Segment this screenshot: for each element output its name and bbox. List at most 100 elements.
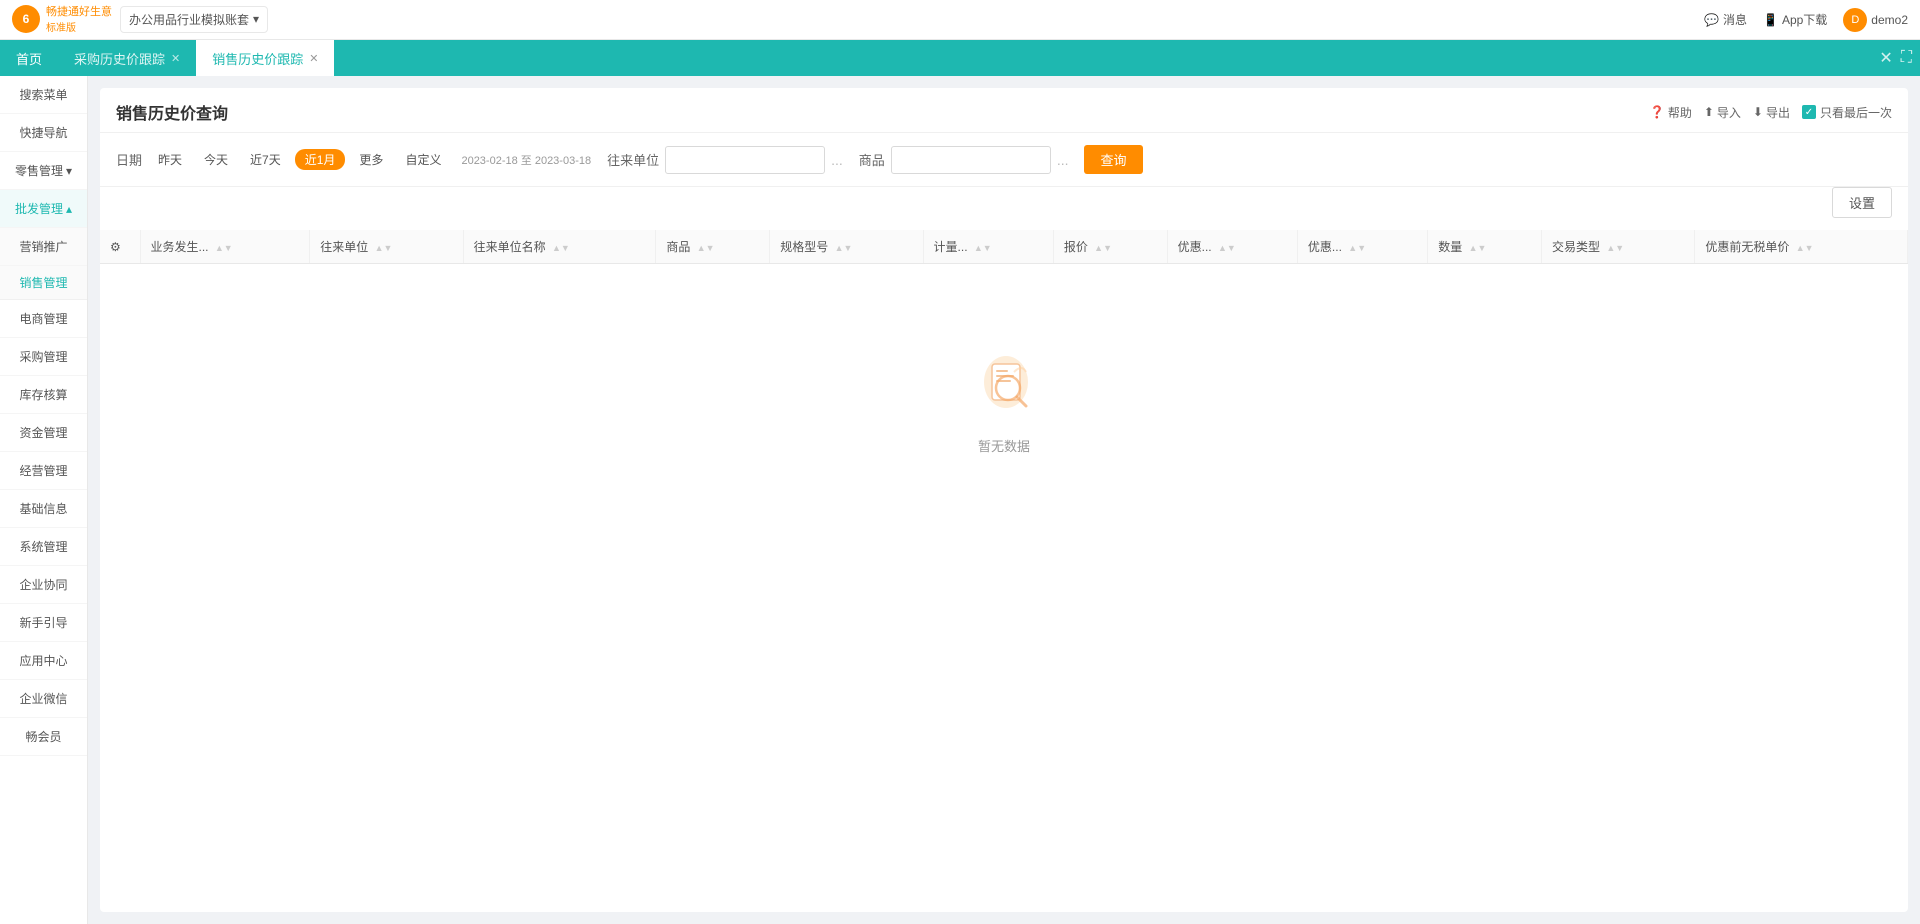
user-menu[interactable]: D demo2 [1843,8,1908,32]
chevron-down-icon: ▾ [253,12,259,26]
date-btn-more[interactable]: 更多 [351,149,391,170]
maximize-icon[interactable]: ⛶ [1901,49,1912,67]
empty-illustration [964,344,1044,424]
close-window-icon[interactable]: ✕ [1879,48,1892,68]
sidebar-sub-marketing[interactable]: 营销推广 [0,228,87,266]
chevron-down-icon-sidebar: ▴ [66,202,72,216]
sidebar-item-enterprise[interactable]: 企业协同 [0,566,87,604]
export-button[interactable]: ⬇ 导出 [1753,104,1790,121]
operations-label: 经营管理 [19,462,67,479]
sidebar-item-ecommerce[interactable]: 电商管理 [0,300,87,338]
header-left: 6 畅捷通好生意 标准版 办公用品行业模拟账套 ▾ [12,5,268,34]
avatar: D [1843,8,1867,32]
date-btn-7days[interactable]: 近7天 [242,149,289,170]
sort-arrows-quoted-price: ▲▼ [1094,243,1112,253]
marketing-label: 营销推广 [19,238,67,255]
page-content: 销售历史价查询 ❓ 帮助 ⬆ 导入 ⬇ 导出 [88,76,1920,924]
tab-purchase-history[interactable]: 采购历史价跟踪 ✕ [58,40,196,76]
page-header-actions: ❓ 帮助 ⬆ 导入 ⬇ 导出 ✓ 只看最后一次 [1650,104,1892,121]
only-last-checkbox[interactable]: ✓ 只看最后一次 [1802,104,1892,121]
sidebar-item-basic-info[interactable]: 基础信息 [0,490,87,528]
date-btn-yesterday[interactable]: 昨天 [150,149,190,170]
sort-arrows-quantity: ▲▼ [1469,243,1487,253]
col-unit[interactable]: 计量... ▲▼ [923,230,1053,264]
col-partner-name[interactable]: 往来单位名称 ▲▼ [463,230,656,264]
message-icon: 💬 [1704,13,1719,27]
table-area: ⚙ 业务发生... ▲▼ 往来单位 ▲▼ [100,230,1908,535]
sidebar-item-inventory[interactable]: 库存核算 [0,376,87,414]
sort-arrows-trade-type: ▲▼ [1606,243,1624,253]
sidebar-item-wholesale-mgmt[interactable]: 批发管理 ▴ [0,190,87,228]
date-btn-today[interactable]: 今天 [196,149,236,170]
member-label: 畅会员 [25,728,61,745]
message-button[interactable]: 💬 消息 [1704,11,1747,28]
goods-dots[interactable]: ... [1057,152,1069,168]
sidebar-item-member[interactable]: 畅会员 [0,718,87,756]
filter-area: 日期 昨天 今天 近7天 近1月 更多 自定义 2023-02-18 至 202… [100,133,1908,187]
sidebar-item-finance[interactable]: 资金管理 [0,414,87,452]
date-btn-custom[interactable]: 自定义 [397,149,449,170]
tab-close-sales[interactable]: ✕ [309,52,318,65]
date-range-text: 2023-02-18 至 2023-03-18 [461,152,591,168]
new-user-label: 新手引导 [19,614,67,631]
sidebar-item-app-center[interactable]: 应用中心 [0,642,87,680]
sidebar-item-system[interactable]: 系统管理 [0,528,87,566]
phone-icon: 📱 [1763,13,1778,27]
sidebar-item-quick-nav[interactable]: 快捷导航 [0,114,87,152]
date-filters: 昨天 今天 近7天 近1月 更多 自定义 [150,149,449,170]
purchase-label: 采购管理 [19,348,67,365]
col-discount2[interactable]: 优惠... ▲▼ [1297,230,1427,264]
inventory-label: 库存核算 [19,386,67,403]
quick-nav-label: 快捷导航 [19,124,67,141]
tab-home[interactable]: 首页 [0,40,58,76]
col-settings[interactable]: ⚙ [100,230,140,264]
sidebar-item-search-menu[interactable]: 搜索菜单 [0,76,87,114]
tab-sales-history[interactable]: 销售历史价跟踪 ✕ [196,40,334,76]
app-center-label: 应用中心 [19,652,67,669]
tab-close-purchase[interactable]: ✕ [171,52,180,65]
col-quantity[interactable]: 数量 ▲▼ [1428,230,1542,264]
date-filter-group: 日期 昨天 今天 近7天 近1月 更多 自定义 2023-02-18 至 202… [116,149,591,170]
import-icon: ⬆ [1704,105,1714,119]
col-biz-date[interactable]: 业务发生... ▲▼ [140,230,310,264]
ecommerce-label: 电商管理 [19,310,67,327]
company-selector[interactable]: 办公用品行业模拟账套 ▾ [120,6,268,33]
import-button[interactable]: ⬆ 导入 [1704,104,1741,121]
logo-icon: 6 [12,5,40,33]
partner-input[interactable] [665,146,825,174]
sidebar-item-new-user[interactable]: 新手引导 [0,604,87,642]
table-header-row: ⚙ 业务发生... ▲▼ 往来单位 ▲▼ [100,230,1908,264]
partner-dots[interactable]: ... [831,152,843,168]
sort-arrows-unit: ▲▼ [974,243,992,253]
date-btn-1month[interactable]: 近1月 [295,149,346,170]
enterprise-label: 企业协同 [19,576,67,593]
finance-label: 资金管理 [19,424,67,441]
col-discount1[interactable]: 优惠... ▲▼ [1167,230,1297,264]
col-goods[interactable]: 商品 ▲▼ [656,230,770,264]
col-quoted-price[interactable]: 报价 ▲▼ [1053,230,1167,264]
empty-state: 暂无数据 [100,264,1908,535]
chevron-right-icon: ▾ [66,164,72,178]
tab-bar: 首页 采购历史价跟踪 ✕ 销售历史价跟踪 ✕ ✕ ⛶ [0,40,1920,76]
sidebar-item-purchase[interactable]: 采购管理 [0,338,87,376]
sidebar-sub-sales[interactable]: 销售管理 [0,266,87,300]
col-pre-discount-price[interactable]: 优惠前无税单价 ▲▼ [1695,230,1908,264]
col-spec[interactable]: 规格型号 ▲▼ [770,230,923,264]
app-download-button[interactable]: 📱 App下载 [1763,11,1827,28]
query-button[interactable]: 查询 [1084,145,1142,174]
goods-input[interactable] [891,146,1051,174]
col-partner-code[interactable]: 往来单位 ▲▼ [310,230,463,264]
settings-icon: ⚙ [110,240,121,254]
retail-mgmt-label: 零售管理 [15,162,63,179]
sidebar-item-wechat[interactable]: 企业微信 [0,680,87,718]
help-button[interactable]: ❓ 帮助 [1650,104,1692,121]
table-head: ⚙ 业务发生... ▲▼ 往来单位 ▲▼ [100,230,1908,264]
sidebar-item-operations[interactable]: 经营管理 [0,452,87,490]
wholesale-mgmt-label: 批发管理 [15,200,63,217]
filter-row-2: 设置 [100,187,1908,230]
sidebar: 搜索菜单 快捷导航 零售管理 ▾ 批发管理 ▴ 营销推广 销售管理 电商管理 采… [0,76,88,924]
col-trade-type[interactable]: 交易类型 ▲▼ [1542,230,1695,264]
partner-label: 往来单位 [607,150,659,169]
settings-button[interactable]: 设置 [1832,187,1892,218]
sidebar-item-retail-mgmt[interactable]: 零售管理 ▾ [0,152,87,190]
